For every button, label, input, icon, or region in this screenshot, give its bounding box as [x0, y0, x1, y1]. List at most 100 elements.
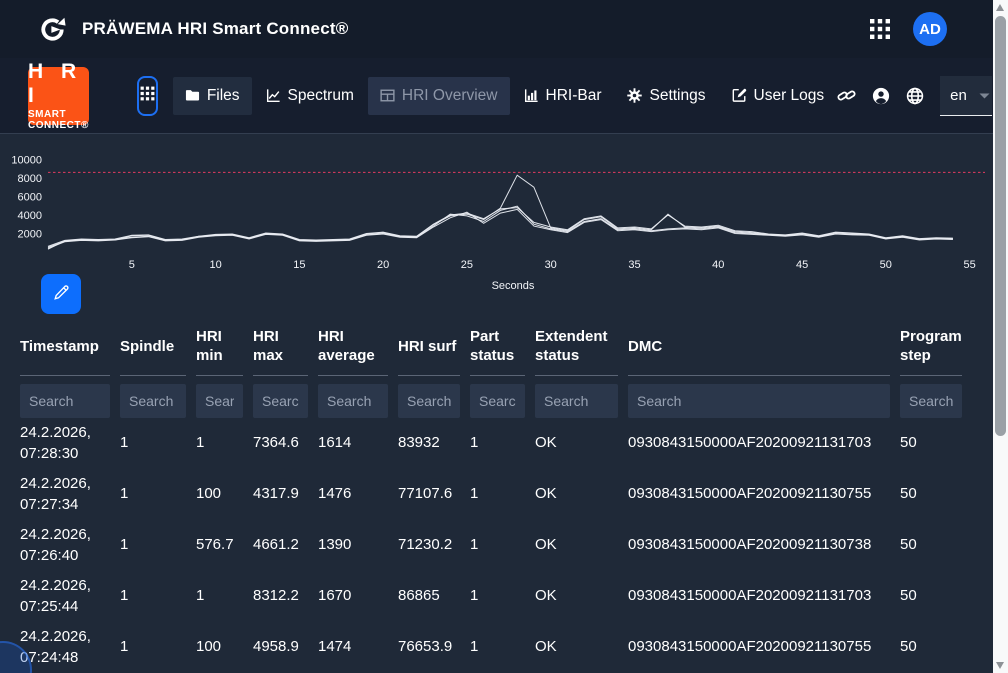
table-row: 24.2.2026, 07:28:30 1 1 7364.6 1614 83932 1 OK 0… [20, 418, 972, 469]
search-cell-extendent_status [535, 384, 628, 418]
cell-part_status: 1 [470, 638, 479, 656]
table-icon [380, 88, 395, 103]
svg-text:30: 30 [545, 259, 557, 271]
apps-grid-icon[interactable] [869, 18, 891, 40]
search-input-hri_min[interactable] [196, 384, 243, 418]
cell-program_step: 50 [900, 536, 917, 554]
svg-text:20: 20 [377, 259, 389, 271]
search-cell-spindle [120, 384, 196, 418]
tab-hri-bar[interactable]: HRI-Bar [512, 77, 614, 115]
tab-label: Settings [649, 86, 706, 104]
cell-part_status: 1 [470, 485, 479, 503]
svg-text:Seconds: Seconds [492, 280, 535, 292]
search-input-hri_max[interactable] [253, 384, 308, 418]
cell-part_status: 1 [470, 587, 479, 605]
folder-icon [185, 88, 200, 103]
cell-part_status: 1 [470, 536, 479, 554]
cell-program_step: 50 [900, 434, 917, 452]
edit-square-icon [732, 88, 747, 103]
language-value: en [950, 86, 967, 104]
cell-hri_min: 100 [196, 638, 222, 656]
cell-dmc: 0930843150000AF20200921130755 [628, 638, 872, 656]
tab-user-logs[interactable]: User Logs [720, 77, 837, 115]
cell-hri_max: 4661.2 [253, 536, 299, 554]
cell-hri_average: 1474 [318, 638, 352, 656]
cell-hri_surf: 71230.2 [398, 536, 453, 554]
column-header-extendent_status[interactable]: Extendent status [535, 318, 618, 376]
svg-text:15: 15 [293, 259, 305, 271]
table-search-row [20, 384, 972, 418]
link-icon[interactable] [837, 86, 856, 105]
grid-dots-icon [139, 85, 156, 107]
column-header-hri_surf[interactable]: HRI surf [398, 318, 460, 376]
cell-timestamp: 24.2.2026, 07:26:40 [20, 526, 91, 564]
cell-spindle: 1 [120, 485, 129, 503]
cell-hri_surf: 86865 [398, 587, 440, 605]
hri-smart-connect-logo[interactable]: H R I SMART CONNECT® [28, 60, 89, 131]
column-header-spindle[interactable]: Spindle [120, 318, 186, 376]
search-input-spindle[interactable] [120, 384, 186, 418]
user-icon[interactable] [872, 87, 890, 105]
cell-hri_average: 1390 [318, 536, 352, 554]
hri-logo-subtext: SMART CONNECT® [28, 109, 89, 131]
cell-program_step: 50 [900, 485, 917, 503]
app-window: PRÄWEMA HRI Smart Connect® AD H R I SMAR… [0, 0, 1008, 673]
nav-bar: H R I SMART CONNECT® Files Spectrum HRI Ov… [0, 58, 993, 134]
column-header-dmc[interactable]: DMC [628, 318, 890, 376]
cell-program_step: 50 [900, 638, 917, 656]
search-input-timestamp[interactable] [20, 384, 110, 418]
search-cell-hri_surf [398, 384, 470, 418]
column-header-hri_average[interactable]: HRI average [318, 318, 388, 376]
avatar[interactable]: AD [913, 12, 947, 46]
hri-logo-text: H R I [28, 60, 83, 107]
svg-text:50: 50 [880, 259, 892, 271]
chevron-down-icon [979, 87, 990, 104]
cell-part_status: 1 [470, 434, 479, 452]
vertical-scrollbar[interactable] [993, 0, 1008, 673]
tab-files[interactable]: Files [172, 76, 252, 115]
scroll-up-arrow-icon[interactable] [996, 4, 1004, 11]
search-input-part_status[interactable] [470, 384, 525, 418]
tab-spectrum[interactable]: Spectrum [254, 77, 366, 115]
search-input-dmc[interactable] [628, 384, 890, 418]
praewema-logo-icon [38, 15, 66, 43]
page-title: PRÄWEMA HRI Smart Connect® [82, 19, 349, 38]
edit-button[interactable] [41, 274, 81, 314]
cell-dmc: 0930843150000AF20200921130755 [628, 485, 872, 503]
cell-timestamp: 24.2.2026, 07:24:48 [20, 628, 91, 666]
search-input-extendent_status[interactable] [535, 384, 618, 418]
scroll-down-arrow-icon[interactable] [996, 662, 1004, 669]
svg-text:10: 10 [209, 259, 221, 271]
column-header-part_status[interactable]: Part status [470, 318, 525, 376]
globe-icon[interactable] [906, 87, 924, 105]
cell-hri_max: 8312.2 [253, 587, 299, 605]
gear-icon [627, 88, 643, 103]
table-row: 24.2.2026, 07:26:40 1 576.7 4661.2 1390 71230… [20, 520, 972, 571]
language-select[interactable]: en [940, 75, 993, 116]
tab-label: User Logs [753, 86, 825, 104]
cell-hri_min: 576.7 [196, 536, 234, 554]
nav-tabs: Files Spectrum HRI Overview HRI-Bar Settings… [172, 76, 837, 115]
cell-spindle: 1 [120, 536, 129, 554]
cell-hri_surf: 76653.9 [398, 638, 453, 656]
column-header-program_step[interactable]: Program step [900, 318, 962, 376]
cell-hri_min: 1 [196, 587, 205, 605]
tab-hri-overview[interactable]: HRI Overview [367, 76, 510, 115]
tab-label: Spectrum [287, 86, 354, 104]
hri-data-table: Timestamp Spindle HRI min HRI max HRI averag… [20, 318, 972, 673]
cell-hri_min: 100 [196, 485, 222, 503]
search-input-hri_surf[interactable] [398, 384, 460, 418]
svg-text:8000: 8000 [18, 173, 42, 185]
svg-text:35: 35 [628, 259, 640, 271]
svg-text:25: 25 [461, 259, 473, 271]
grid-menu-button[interactable] [136, 75, 158, 116]
tab-settings[interactable]: Settings [615, 77, 717, 115]
search-input-program_step[interactable] [900, 384, 962, 418]
search-input-hri_average[interactable] [318, 384, 388, 418]
scrollbar-thumb[interactable] [995, 16, 1006, 436]
cell-extendent_status: OK [535, 485, 557, 503]
column-header-timestamp[interactable]: Timestamp [20, 318, 110, 376]
table-body: 24.2.2026, 07:28:30 1 1 7364.6 1614 83932 1 OK 0… [20, 418, 972, 673]
column-header-hri_min[interactable]: HRI min [196, 318, 243, 376]
column-header-hri_max[interactable]: HRI max [253, 318, 308, 376]
